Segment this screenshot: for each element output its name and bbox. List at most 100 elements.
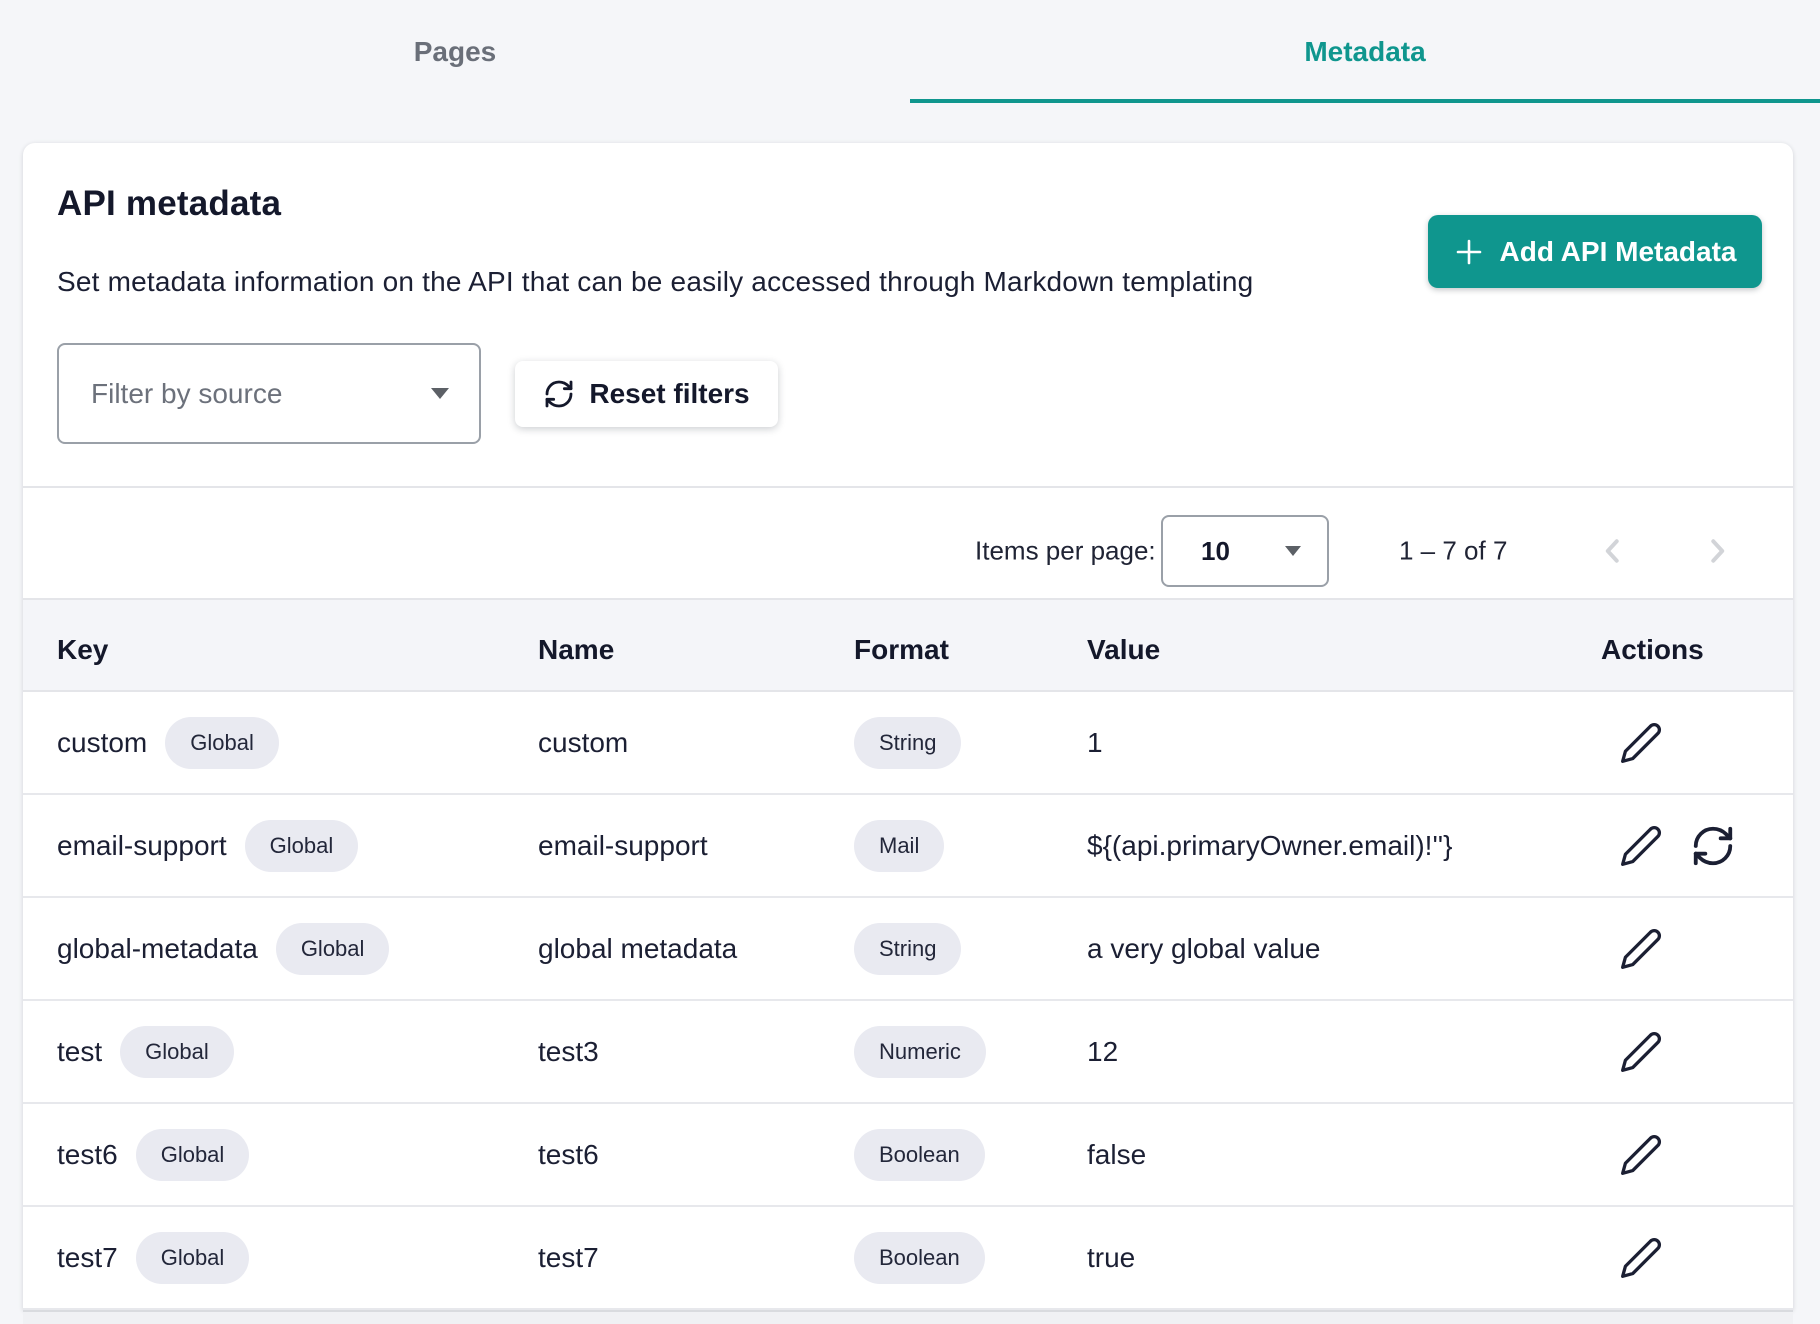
value-cell: a very global value — [1087, 933, 1320, 965]
format-cell: Boolean — [854, 1129, 985, 1181]
previous-page-button[interactable] — [1595, 533, 1631, 569]
reset-filters-label: Reset filters — [589, 378, 749, 410]
page-title: API metadata — [57, 184, 281, 224]
edit-icon — [1619, 1030, 1663, 1074]
format-cell: Mail — [854, 820, 944, 872]
reset-filters-button[interactable]: Reset filters — [515, 361, 778, 427]
format-cell: String — [854, 717, 961, 769]
format-badge: String — [854, 717, 961, 769]
key-text: test7 — [57, 1242, 118, 1274]
next-page-button[interactable] — [1699, 533, 1735, 569]
name-cell: test3 — [538, 1036, 599, 1068]
table-row: test Global test3 Numeric 12 — [23, 1001, 1793, 1104]
global-badge: Global — [136, 1129, 250, 1181]
name-cell: test6 — [538, 1139, 599, 1171]
key-cell: test Global — [57, 1026, 234, 1078]
format-cell: String — [854, 923, 961, 975]
divider — [23, 486, 1793, 488]
edit-button[interactable] — [1618, 1235, 1664, 1281]
edit-icon — [1619, 1133, 1663, 1177]
format-badge: Boolean — [854, 1129, 985, 1181]
column-header-format: Format — [854, 634, 949, 666]
paginator-range-label: 1 – 7 of 7 — [1399, 536, 1507, 567]
table-row: email-support Global email-support Mail … — [23, 795, 1793, 898]
global-badge: Global — [276, 923, 390, 975]
key-text: test — [57, 1036, 102, 1068]
filter-by-source-placeholder: Filter by source — [91, 378, 282, 410]
actions-cell — [1618, 1235, 1664, 1281]
edit-icon — [1619, 927, 1663, 971]
edit-button[interactable] — [1618, 1132, 1664, 1178]
key-text: test6 — [57, 1139, 118, 1171]
value-cell: false — [1087, 1139, 1146, 1171]
plus-icon — [1454, 237, 1484, 267]
global-badge: Global — [136, 1232, 250, 1284]
actions-cell — [1618, 720, 1664, 766]
actions-cell — [1618, 926, 1664, 972]
add-api-metadata-button[interactable]: Add API Metadata — [1428, 215, 1762, 288]
edit-icon — [1619, 824, 1663, 868]
key-text: custom — [57, 727, 147, 759]
column-header-actions: Actions — [1601, 634, 1704, 666]
table-row: test7 Global test7 Boolean true — [23, 1207, 1793, 1310]
table-row: global-metadata Global global metadata S… — [23, 898, 1793, 1001]
edit-icon — [1619, 1236, 1663, 1280]
value-cell: 12 — [1087, 1036, 1118, 1068]
format-badge: Numeric — [854, 1026, 986, 1078]
page: Pages Metadata API metadata Set metadata… — [0, 0, 1820, 1324]
global-badge: Global — [245, 820, 359, 872]
edit-button[interactable] — [1618, 823, 1664, 869]
add-api-metadata-label: Add API Metadata — [1500, 236, 1737, 268]
actions-cell — [1618, 1029, 1664, 1075]
tab-metadata-label: Metadata — [1304, 36, 1425, 68]
edit-button[interactable] — [1618, 720, 1664, 766]
renew-button[interactable] — [1690, 823, 1736, 869]
value-cell: ${(api.primaryOwner.email)!''} — [1087, 830, 1453, 862]
tab-pages-label: Pages — [414, 36, 497, 68]
edit-button[interactable] — [1618, 926, 1664, 972]
key-text: global-metadata — [57, 933, 258, 965]
global-badge: Global — [165, 717, 279, 769]
refresh-icon — [1690, 823, 1736, 869]
table-row: custom Global custom String 1 — [23, 692, 1793, 795]
items-per-page-label: Items per page: — [975, 536, 1156, 567]
key-text: email-support — [57, 830, 227, 862]
page-description: Set metadata information on the API that… — [57, 266, 1253, 298]
items-per-page-select[interactable]: 10 — [1161, 515, 1329, 587]
api-metadata-card: API metadata Set metadata information on… — [23, 143, 1793, 1310]
chevron-down-icon — [431, 388, 449, 399]
chevron-left-icon — [1595, 533, 1631, 569]
key-cell: test6 Global — [57, 1129, 249, 1181]
value-cell: 1 — [1087, 727, 1103, 759]
format-badge: Mail — [854, 820, 944, 872]
active-tab-underline — [910, 99, 1820, 103]
key-cell: global-metadata Global — [57, 923, 389, 975]
column-header-key: Key — [57, 634, 108, 666]
filter-by-source-select[interactable]: Filter by source — [57, 343, 481, 444]
chevron-down-icon — [1285, 546, 1301, 556]
format-badge: Boolean — [854, 1232, 985, 1284]
name-cell: email-support — [538, 830, 708, 862]
column-header-value: Value — [1087, 634, 1160, 666]
edit-icon — [1619, 721, 1663, 765]
format-cell: Boolean — [854, 1232, 985, 1284]
table-cutoff-strip — [23, 1310, 1793, 1324]
name-cell: test7 — [538, 1242, 599, 1274]
table-row: test6 Global test6 Boolean false — [23, 1104, 1793, 1207]
format-badge: String — [854, 923, 961, 975]
tab-pages[interactable]: Pages — [0, 0, 910, 103]
tab-bar: Pages Metadata — [0, 0, 1820, 103]
items-per-page-value: 10 — [1201, 536, 1230, 567]
format-cell: Numeric — [854, 1026, 986, 1078]
tab-metadata[interactable]: Metadata — [910, 0, 1820, 103]
refresh-icon — [543, 378, 575, 410]
key-cell: test7 Global — [57, 1232, 249, 1284]
column-header-name: Name — [538, 634, 614, 666]
key-cell: custom Global — [57, 717, 279, 769]
value-cell: true — [1087, 1242, 1135, 1274]
global-badge: Global — [120, 1026, 234, 1078]
chevron-right-icon — [1699, 533, 1735, 569]
actions-cell — [1618, 1132, 1664, 1178]
key-cell: email-support Global — [57, 820, 358, 872]
edit-button[interactable] — [1618, 1029, 1664, 1075]
